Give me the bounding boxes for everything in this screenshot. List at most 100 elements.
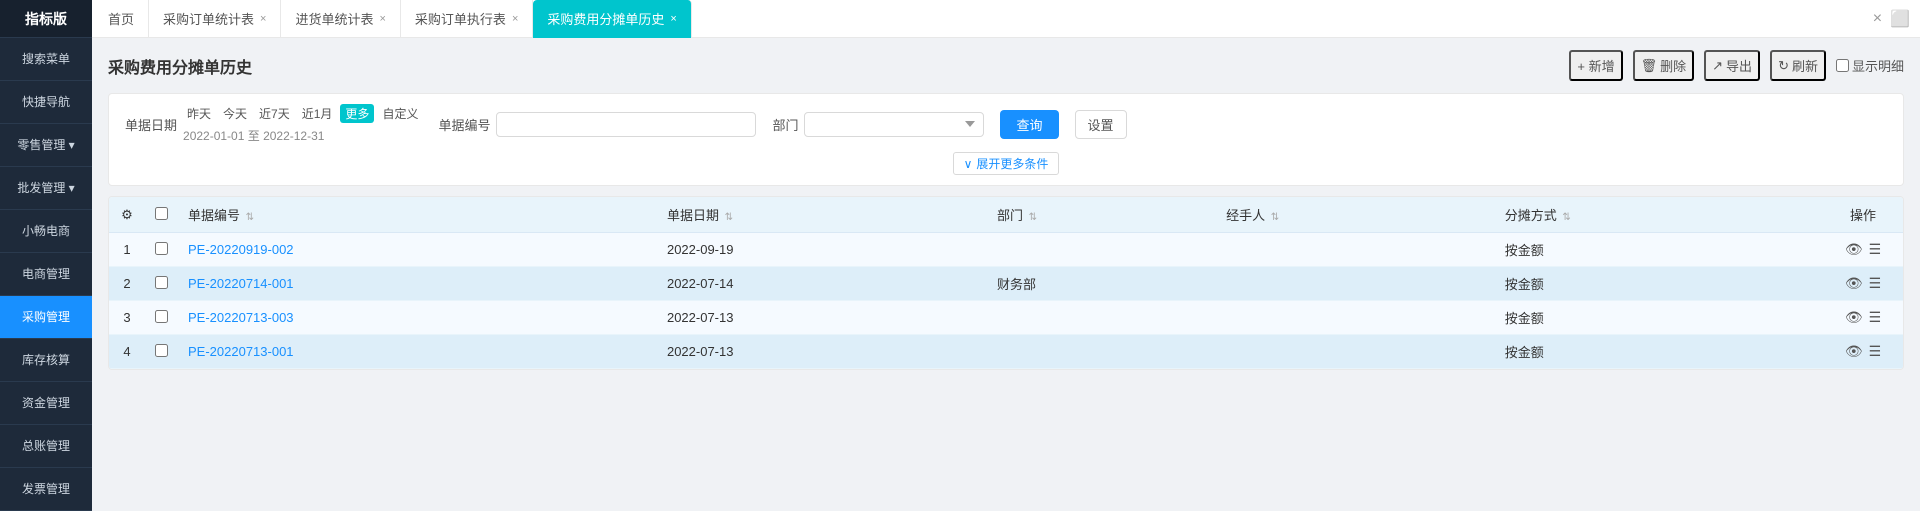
row-no: 3 bbox=[109, 301, 145, 335]
expand-conditions-button[interactable]: ∨ 展开更多条件 bbox=[953, 152, 1060, 175]
row-checkbox[interactable] bbox=[155, 344, 168, 357]
doc-no-link[interactable]: PE-20220919-002 bbox=[188, 242, 294, 257]
sidebar-item-search-menu[interactable]: 搜索菜单 bbox=[0, 38, 92, 81]
shortcut-today[interactable]: 今天 bbox=[219, 104, 251, 123]
tab-close-purchase-cost-history[interactable]: × bbox=[670, 13, 676, 25]
add-button[interactable]: + 新增 bbox=[1569, 50, 1622, 81]
shortcut-yesterday[interactable]: 昨天 bbox=[183, 104, 215, 123]
doc-no-filter-item: 单据编号 bbox=[438, 112, 756, 137]
row-no: 1 bbox=[109, 233, 145, 267]
col-doc-date[interactable]: 单据日期 ⇅ bbox=[657, 197, 987, 233]
show-cols-checkbox[interactable] bbox=[1836, 59, 1849, 72]
sidebar-item-mini-ecom[interactable]: 小畅电商 bbox=[0, 210, 92, 253]
row-doc-no: PE-20220919-002 bbox=[178, 233, 657, 267]
show-cols-toggle[interactable]: 显示明细 bbox=[1836, 56, 1904, 75]
close-window-icon[interactable]: × bbox=[1873, 10, 1882, 28]
view-action-icon[interactable]: 👁 bbox=[1845, 309, 1863, 326]
row-checkbox[interactable] bbox=[155, 276, 168, 289]
sidebar-item-wholesale-mgmt[interactable]: 批发管理 ▾ bbox=[0, 167, 92, 210]
tab-home[interactable]: 首页 bbox=[102, 0, 149, 38]
row-no: 4 bbox=[109, 335, 145, 369]
row-doc-date: 2022-07-13 bbox=[657, 335, 987, 369]
date-shortcut-group: 昨天 今天 近7天 近1月 更多 自定义 bbox=[183, 104, 422, 123]
view-action-icon[interactable]: 👁 bbox=[1845, 343, 1863, 360]
tab-purchase-cost-history[interactable]: 采购费用分摊单历史 × bbox=[533, 0, 691, 38]
page-header: 采购费用分摊单历史 + 新增 🗑 删除 ↗ 导出 ↻ 刷新 显示明细 bbox=[108, 50, 1904, 81]
shortcut-custom[interactable]: 自定义 bbox=[378, 104, 422, 123]
sidebar-item-ecom-mgmt[interactable]: 电商管理 bbox=[0, 253, 92, 296]
content-area: 采购费用分摊单历史 + 新增 🗑 删除 ↗ 导出 ↻ 刷新 显示明细 bbox=[92, 38, 1920, 511]
doc-no-link[interactable]: PE-20220713-001 bbox=[188, 344, 294, 359]
tab-inbound-summary[interactable]: 进货单统计表 × bbox=[281, 0, 400, 38]
sidebar-item-retail-mgmt[interactable]: 零售管理 ▾ bbox=[0, 124, 92, 167]
detail-action-icon[interactable]: ☰ bbox=[1869, 241, 1882, 258]
row-doc-date: 2022-07-14 bbox=[657, 267, 987, 301]
maximize-icon[interactable]: ⬜ bbox=[1890, 9, 1910, 29]
col-dept[interactable]: 部门 ⇅ bbox=[987, 197, 1216, 233]
col-split-method[interactable]: 分摊方式 ⇅ bbox=[1495, 197, 1823, 233]
doc-no-link[interactable]: PE-20220713-003 bbox=[188, 310, 294, 325]
detail-action-icon[interactable]: ☰ bbox=[1869, 275, 1882, 292]
refresh-button[interactable]: ↻ 刷新 bbox=[1770, 50, 1826, 81]
row-actions: 👁 ☰ bbox=[1823, 267, 1903, 301]
refresh-icon: ↻ bbox=[1778, 58, 1789, 74]
tab-purchase-order-exec[interactable]: 采购订单执行表 × bbox=[401, 0, 533, 38]
tab-purchase-order-summary[interactable]: 采购订单统计表 × bbox=[149, 0, 281, 38]
tab-bar-actions: × ⬜ bbox=[1873, 9, 1910, 29]
col-settings[interactable]: ⚙ bbox=[109, 197, 145, 233]
sort-split-method-icon: ⇅ bbox=[1562, 212, 1570, 223]
delete-button[interactable]: 🗑 删除 bbox=[1633, 50, 1695, 81]
col-handler[interactable]: 经手人 ⇅ bbox=[1216, 197, 1495, 233]
view-action-icon[interactable]: 👁 bbox=[1845, 275, 1863, 292]
row-dept: 财务部 bbox=[987, 267, 1216, 301]
row-handler bbox=[1216, 267, 1495, 301]
row-checkbox[interactable] bbox=[155, 310, 168, 323]
shortcut-1month[interactable]: 近1月 bbox=[298, 104, 337, 123]
date-filter-label: 单据日期 bbox=[125, 115, 177, 134]
row-dept bbox=[987, 233, 1216, 267]
row-split-method: 按金额 bbox=[1495, 335, 1823, 369]
row-actions: 👁 ☰ bbox=[1823, 301, 1903, 335]
tab-bar: 首页 采购订单统计表 × 进货单统计表 × 采购订单执行表 × 采购费用分摊单历… bbox=[92, 0, 1920, 38]
row-checkbox-cell bbox=[145, 301, 178, 335]
row-checkbox[interactable] bbox=[155, 242, 168, 255]
doc-no-link[interactable]: PE-20220714-001 bbox=[188, 276, 294, 291]
row-actions: 👁 ☰ bbox=[1823, 335, 1903, 369]
search-button[interactable]: 查询 bbox=[1000, 110, 1058, 139]
row-dept bbox=[987, 301, 1216, 335]
tab-close-inbound-summary[interactable]: × bbox=[379, 13, 385, 25]
shortcut-7days[interactable]: 近7天 bbox=[255, 104, 294, 123]
export-button[interactable]: ↗ 导出 bbox=[1704, 50, 1760, 81]
col-action: 操作 bbox=[1823, 197, 1903, 233]
dept-select[interactable] bbox=[804, 112, 984, 137]
dept-label: 部门 bbox=[772, 115, 798, 134]
detail-action-icon[interactable]: ☰ bbox=[1869, 309, 1882, 326]
sidebar-item-inventory-calc[interactable]: 库存核算 bbox=[0, 339, 92, 382]
view-action-icon[interactable]: 👁 bbox=[1845, 241, 1863, 258]
row-handler bbox=[1216, 233, 1495, 267]
filter-area: 单据日期 昨天 今天 近7天 近1月 更多 自定义 2022-01-01 至 2… bbox=[108, 93, 1904, 186]
col-checkbox bbox=[145, 197, 178, 233]
row-checkbox-cell bbox=[145, 335, 178, 369]
select-all-checkbox[interactable] bbox=[155, 207, 168, 220]
shortcut-more[interactable]: 更多 bbox=[340, 104, 374, 123]
row-split-method: 按金额 bbox=[1495, 301, 1823, 335]
doc-no-input[interactable] bbox=[496, 112, 756, 137]
row-handler bbox=[1216, 335, 1495, 369]
filter-settings-button[interactable]: 设置 bbox=[1075, 110, 1127, 139]
sidebar-item-quick-nav[interactable]: 快捷导航 bbox=[0, 81, 92, 124]
row-doc-no: PE-20220713-003 bbox=[178, 301, 657, 335]
tab-close-purchase-order-summary[interactable]: × bbox=[260, 13, 266, 25]
detail-action-icon[interactable]: ☰ bbox=[1869, 343, 1882, 360]
sidebar-item-invoice-mgmt[interactable]: 发票管理 bbox=[0, 468, 92, 511]
table-wrapper: ⚙ 单据编号 ⇅ 单据日期 ⇅ 部门 bbox=[108, 196, 1904, 370]
table-row: 3 PE-20220713-003 2022-07-13 按金额 👁 ☰ bbox=[109, 301, 1903, 335]
sidebar-item-finance-mgmt[interactable]: 资金管理 bbox=[0, 382, 92, 425]
data-table: ⚙ 单据编号 ⇅ 单据日期 ⇅ 部门 bbox=[109, 197, 1903, 369]
tab-close-purchase-order-exec[interactable]: × bbox=[512, 13, 518, 25]
filter-row-1: 单据日期 昨天 今天 近7天 近1月 更多 自定义 2022-01-01 至 2… bbox=[125, 104, 1887, 144]
col-doc-no[interactable]: 单据编号 ⇅ bbox=[178, 197, 657, 233]
date-range-text: 2022-01-01 至 2022-12-31 bbox=[183, 127, 422, 144]
sidebar-item-ledger-mgmt[interactable]: 总账管理 bbox=[0, 425, 92, 468]
sidebar-item-purchase-mgmt[interactable]: 采购管理 bbox=[0, 296, 92, 339]
